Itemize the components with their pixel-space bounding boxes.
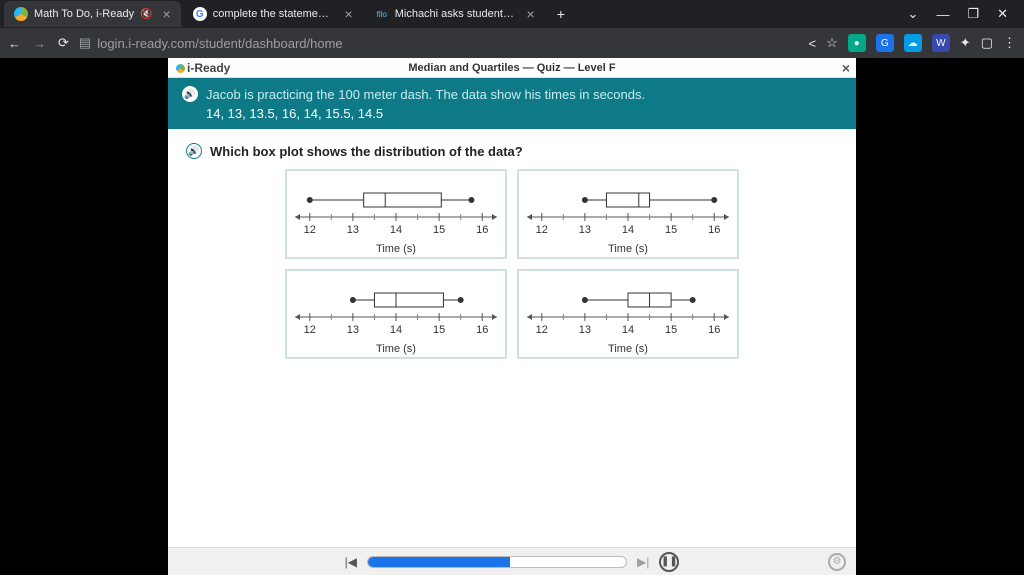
tab-icon-google: G [193,7,207,21]
svg-text:16: 16 [476,324,488,336]
tab-icon-iready [14,7,28,21]
svg-text:15: 15 [665,324,677,336]
svg-text:13: 13 [347,324,359,336]
tab-flocab[interactable]: fllo Michachi asks students in his cl × [365,1,545,27]
axis-label: Time (s) [376,243,416,255]
restore-icon[interactable]: ❐ [967,6,979,22]
gear-icon[interactable]: ⚙ [828,553,846,571]
option-c[interactable]: 12 13 14 15 16 Time (s) [285,269,507,359]
prompt-bar: 🔊 Jacob is practicing the 100 meter dash… [168,78,856,129]
url-text: login.i-ready.com/student/dashboard/home [97,36,342,51]
svg-text:15: 15 [665,224,677,236]
tab-title: complete the statement about t [213,8,335,20]
speaker-muted-icon[interactable]: 🔇 [140,9,152,20]
url-display[interactable]: ▤ login.i-ready.com/student/dashboard/ho… [79,35,799,51]
axis-label: Time (s) [608,243,648,255]
ext-icon-4[interactable]: W [932,34,950,52]
browser-chrome: Math To Do, i-Ready 🔇 × G complete the s… [0,0,1024,58]
svg-text:12: 12 [536,324,548,336]
question-area: 🔊 Which box plot shows the distribution … [168,129,856,547]
window-controls: ⌄ — ❐ ✕ [908,6,1020,22]
footer: |◀ ▶| ❚❚ ⚙ [168,547,856,575]
svg-text:12: 12 [536,224,548,236]
ext-icon-1[interactable]: ● [848,34,866,52]
logo-icon [176,64,185,73]
progress-fill [368,557,510,567]
forward-icon[interactable]: → [33,36,46,51]
back-icon[interactable]: ← [8,36,21,51]
svg-text:13: 13 [579,224,591,236]
close-icon[interactable]: × [842,60,850,76]
panel-header: i-Ready Median and Quartiles — Quiz — Le… [168,58,856,78]
site-info-icon[interactable]: ▤ [79,35,91,51]
svg-text:16: 16 [476,224,488,236]
axis-label: Time (s) [608,343,648,355]
svg-text:16: 16 [708,324,720,336]
speaker-icon[interactable]: 🔊 [186,143,202,159]
svg-text:14: 14 [622,324,634,336]
bookmark-icon[interactable]: ☆ [826,35,838,51]
svg-text:13: 13 [347,224,359,236]
axis-label: Time (s) [376,343,416,355]
tab-google[interactable]: G complete the statement about t × [183,1,363,27]
iready-panel: i-Ready Median and Quartiles — Quiz — Le… [168,58,856,575]
address-bar: ← → ⟳ ▤ login.i-ready.com/student/dashbo… [0,28,1024,58]
tab-close-icon[interactable]: × [163,6,171,22]
share-icon[interactable]: < [809,36,817,51]
close-icon[interactable]: ✕ [997,6,1008,22]
tab-bar: Math To Do, i-Ready 🔇 × G complete the s… [0,0,1024,28]
page-title: Median and Quartiles — Quiz — Level F [408,62,615,74]
svg-text:15: 15 [433,324,445,336]
option-a[interactable]: 12 13 14 15 16 Time (s) [285,169,507,259]
options-grid: 12 13 14 15 16 Time (s) 12 13 14 15 16 Time (s) 12… [285,169,739,359]
svg-text:12: 12 [304,224,316,236]
svg-text:14: 14 [622,224,634,236]
logo: i-Ready [176,61,230,75]
prompt-text: Jacob is practicing the 100 meter dash. … [206,87,645,102]
option-b[interactable]: 12 13 14 15 16 Time (s) [517,169,739,259]
skip-back-icon[interactable]: |◀ [345,555,357,569]
prompt-data: 14, 13, 13.5, 16, 14, 15.5, 14.5 [182,106,842,121]
pause-button[interactable]: ❚❚ [659,552,679,572]
tab-icon-fllo: fllo [375,7,389,21]
svg-text:13: 13 [579,324,591,336]
app-area: i-Ready Median and Quartiles — Quiz — Le… [0,58,1024,575]
tab-close-icon[interactable]: × [345,6,353,22]
menu-icon[interactable]: ⋮ [1003,35,1016,51]
progress-bar [367,556,627,568]
question-text: Which box plot shows the distribution of… [210,144,523,159]
reload-icon[interactable]: ⟳ [58,35,69,51]
new-tab-button[interactable]: + [547,6,575,22]
tab-close-icon[interactable]: × [527,6,535,22]
minimize-icon[interactable]: — [936,7,949,22]
svg-text:15: 15 [433,224,445,236]
svg-text:14: 14 [390,324,402,336]
tab-title: Michachi asks students in his cl [395,8,517,20]
tab-title: Math To Do, i-Ready [34,8,134,20]
svg-text:12: 12 [304,324,316,336]
svg-text:16: 16 [708,224,720,236]
extensions-icon[interactable]: ✦ [960,35,971,51]
option-d[interactable]: 12 13 14 15 16 Time (s) [517,269,739,359]
ext-icon-2[interactable]: G [876,34,894,52]
skip-forward-icon[interactable]: ▶| [637,555,649,569]
tab-iready[interactable]: Math To Do, i-Ready 🔇 × [4,1,181,27]
speaker-icon[interactable]: 🔊 [182,86,198,102]
ext-icon-3[interactable]: ☁ [904,34,922,52]
sidepanel-icon[interactable]: ▢ [981,35,993,51]
svg-text:14: 14 [390,224,402,236]
chevron-down-icon[interactable]: ⌄ [908,6,919,22]
